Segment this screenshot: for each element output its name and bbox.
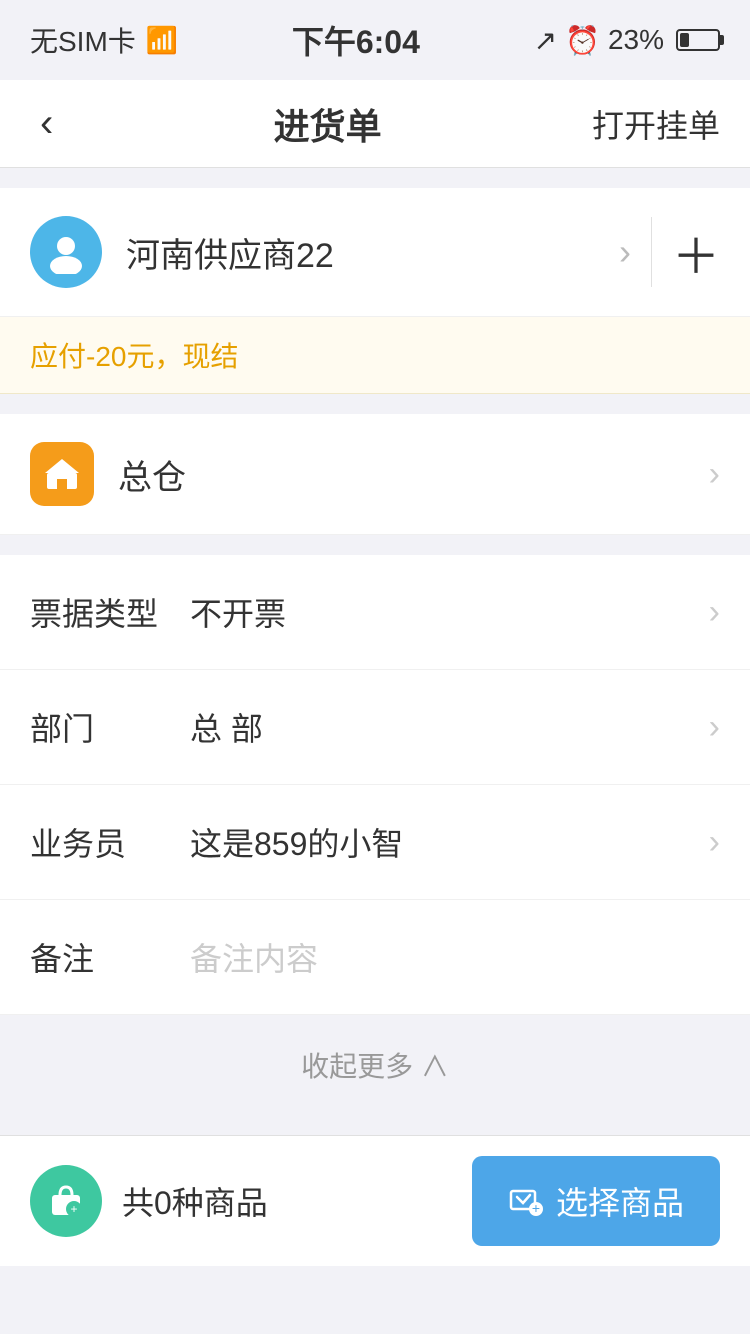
supplier-avatar-icon	[44, 230, 88, 274]
remark-input[interactable]: 备注内容	[190, 934, 720, 980]
notice-text: 应付-20元，现结	[30, 341, 238, 372]
product-icon: +	[30, 1165, 102, 1237]
section-gap-4	[0, 1115, 750, 1135]
supplier-name: 河南供应商22	[126, 228, 619, 277]
department-label: 部门	[30, 704, 170, 750]
open-pending-button[interactable]: 打开挂单	[592, 101, 720, 147]
select-product-button[interactable]: + 选择商品	[472, 1156, 720, 1246]
bottom-bar: + 共0种商品 + 选择商品	[0, 1135, 750, 1266]
remark-label: 备注	[30, 934, 170, 980]
warehouse-name: 总仓	[118, 450, 699, 499]
form-section: 票据类型 不开票 › 部门 总 部 › 业务员 这是859的小智 › 备注 备注…	[0, 555, 750, 1015]
salesman-row[interactable]: 业务员 这是859的小智 ›	[0, 785, 750, 900]
section-gap-3	[0, 535, 750, 555]
page-title: 进货单	[274, 98, 382, 150]
select-btn-label: 选择商品	[556, 1178, 684, 1224]
add-supplier-button[interactable]: ＋	[651, 217, 720, 287]
status-left: 无SIM卡 📶	[30, 20, 178, 60]
invoice-row[interactable]: 票据类型 不开票 ›	[0, 555, 750, 670]
warehouse-section: 总仓 ›	[0, 414, 750, 535]
nav-bar: ‹ 进货单 打开挂单	[0, 80, 750, 168]
department-value: 总 部	[190, 704, 699, 750]
warehouse-chevron-icon: ›	[709, 455, 720, 494]
invoice-chevron-icon: ›	[709, 593, 720, 632]
time-label: 下午6:04	[292, 17, 420, 63]
warehouse-row[interactable]: 总仓 ›	[0, 414, 750, 535]
battery-percent: 23%	[608, 24, 664, 56]
svg-text:+: +	[70, 1202, 77, 1216]
location-icon: ↗	[534, 24, 557, 57]
collapse-button[interactable]: 收起更多 ∧	[0, 1015, 750, 1115]
salesman-label: 业务员	[30, 819, 170, 865]
supplier-avatar	[30, 216, 102, 288]
status-right: ↗ ⏰ 23%	[534, 24, 720, 57]
svg-text:+: +	[532, 1200, 540, 1216]
product-svg-icon: +	[46, 1181, 86, 1221]
invoice-value: 不开票	[190, 589, 699, 635]
notice-banner: 应付-20元，现结	[0, 317, 750, 394]
salesman-chevron-icon: ›	[709, 823, 720, 862]
section-gap-1	[0, 168, 750, 188]
warehouse-icon	[30, 442, 94, 506]
alarm-icon: ⏰	[565, 24, 600, 57]
department-row[interactable]: 部门 总 部 ›	[0, 670, 750, 785]
wifi-icon: 📶	[146, 25, 178, 56]
remark-row[interactable]: 备注 备注内容	[0, 900, 750, 1015]
invoice-label: 票据类型	[30, 589, 170, 635]
warehouse-svg-icon	[43, 455, 81, 493]
salesman-value: 这是859的小智	[190, 819, 699, 865]
supplier-row[interactable]: 河南供应商22 › ＋	[0, 188, 750, 317]
battery-icon	[676, 29, 720, 51]
product-count-label: 共0种商品	[122, 1178, 472, 1224]
carrier-label: 无SIM卡	[30, 20, 136, 60]
status-bar: 无SIM卡 📶 下午6:04 ↗ ⏰ 23%	[0, 0, 750, 80]
section-gap-2	[0, 394, 750, 414]
supplier-section: 河南供应商22 › ＋ 应付-20元，现结	[0, 188, 750, 394]
supplier-chevron-icon: ›	[619, 231, 631, 273]
back-button[interactable]: ‹	[30, 91, 63, 156]
select-product-icon: +	[508, 1183, 544, 1219]
department-chevron-icon: ›	[709, 708, 720, 747]
